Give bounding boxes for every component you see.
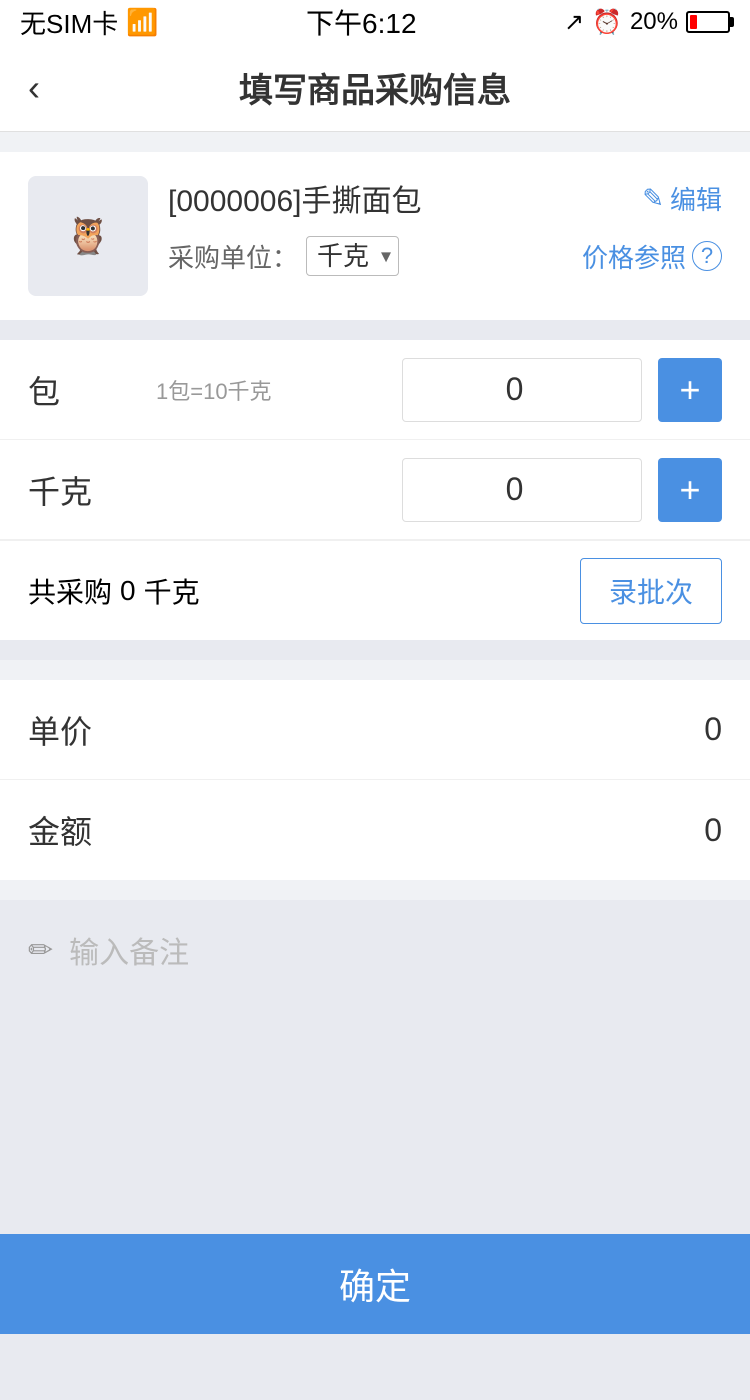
product-name-row: [0000006]手撕面包 ✎ 编辑 [168,176,722,220]
price-reference-button[interactable]: 价格参照 ? [582,238,722,275]
info-icon: ? [692,241,722,271]
bottom-space [0,1000,750,1400]
unit-price-label: 单价 [28,707,92,753]
status-time: 下午6:12 [306,2,417,42]
page-title: 填写商品采购信息 [239,63,511,112]
kg-label: 千克 [28,467,148,513]
status-left: 无SIM卡 📶 [20,4,159,41]
kg-input-row: 千克 + [0,440,750,540]
edit-button[interactable]: ✎ 编辑 [642,180,722,217]
unit-select-wrapper[interactable]: 千克 包 ▾ [306,236,399,276]
batch-button[interactable]: 录批次 [580,558,722,624]
edit-icon: ✎ [642,183,664,214]
alarm-icon: ⏰ [592,8,622,37]
amount-label: 金额 [28,807,92,853]
carrier-text: 无SIM卡 [20,4,118,41]
bag-plus-button[interactable]: + [658,358,722,422]
product-card: 🦉 [0000006]手撕面包 ✎ 编辑 采购单位： 千克 包 ▾ [0,152,750,320]
unit-select[interactable]: 千克 包 [306,236,399,276]
notes-section[interactable]: ✏ 输入备注 [0,900,750,1000]
quantity-section: 包 1包=10千克 + 千克 + 共采购 0 千克 录批次 [0,340,750,640]
amount-value: 0 [704,812,722,849]
bag-sublabel: 1包=10千克 [156,374,272,406]
unit-price-row: 单价 0 [0,680,750,780]
total-summary: 共采购 0 千克 [28,571,200,611]
confirm-button[interactable]: 确定 [0,1234,750,1334]
product-thumbnail: 🦉 [28,176,148,296]
total-label: 共采购 [28,571,112,611]
product-unit-row: 采购单位： 千克 包 ▾ 价格参照 ? [168,236,722,276]
edit-label: 编辑 [670,180,722,217]
product-name: [0000006]手撕面包 [168,176,421,220]
total-unit: 千克 [144,571,200,611]
total-value: 0 [120,575,136,607]
nav-bar: ‹ 填写商品采购信息 [0,44,750,132]
back-button[interactable]: ‹ [28,67,40,109]
notes-placeholder: 输入备注 [69,928,189,972]
location-icon: ↗ [564,8,584,37]
kg-quantity-input[interactable] [402,458,642,522]
unit-price-value: 0 [704,711,722,748]
divider-2 [0,640,750,660]
bag-label: 包 [28,367,148,413]
unit-label: 采购单位： [168,238,298,275]
battery-percent: 20% [630,8,678,36]
battery-icon [686,11,730,33]
pencil-icon: ✏ [28,933,53,968]
status-right: ↗ ⏰ 20% [564,8,730,37]
status-bar: 无SIM卡 📶 下午6:12 ↗ ⏰ 20% [0,0,750,44]
product-info: [0000006]手撕面包 ✎ 编辑 采购单位： 千克 包 ▾ 价格参照 ? [168,176,722,276]
bag-quantity-input[interactable] [402,358,642,422]
total-row: 共采购 0 千克 录批次 [0,540,750,640]
product-logo: 🦉 [66,215,111,257]
price-ref-label: 价格参照 [582,238,686,275]
unit-section: 采购单位： 千克 包 ▾ [168,236,399,276]
bag-input-row: 包 1包=10千克 + [0,340,750,440]
amount-row: 金额 0 [0,780,750,880]
confirm-label: 确定 [339,1258,411,1310]
wifi-icon: 📶 [126,7,158,38]
divider-1 [0,320,750,340]
price-section: 单价 0 金额 0 [0,680,750,880]
kg-plus-button[interactable]: + [658,458,722,522]
